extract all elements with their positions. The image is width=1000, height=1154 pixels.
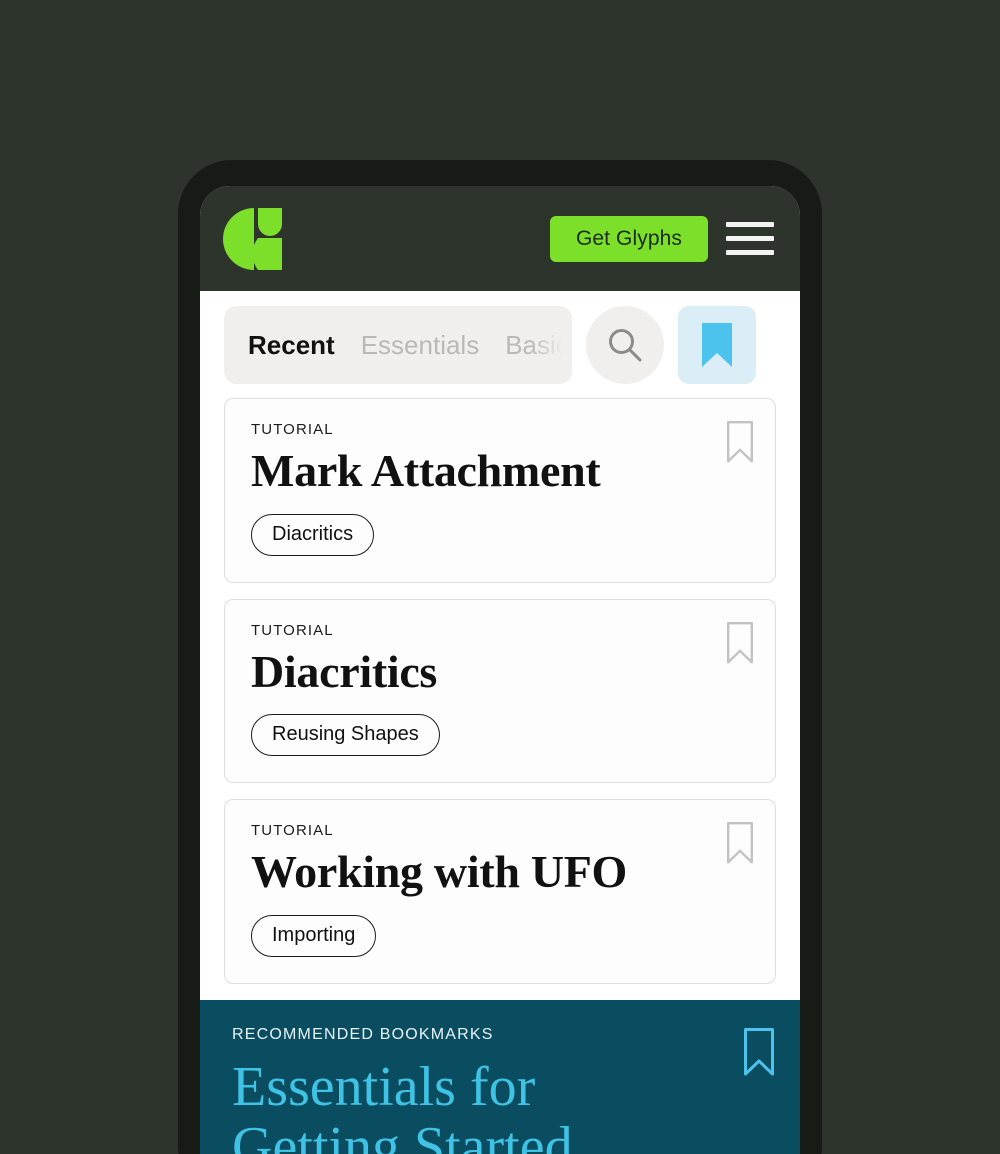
app-header: Get Glyphs: [200, 186, 800, 291]
featured-bookmark-toggle[interactable]: [744, 1028, 774, 1081]
glyphs-logo[interactable]: [222, 207, 282, 270]
bookmark-toggle[interactable]: [727, 421, 753, 468]
menu-bar-2: [726, 236, 774, 241]
tab-bar: Recent Essentials Basics: [224, 306, 572, 384]
bookmark-outline-icon: [727, 822, 753, 864]
phone-screen: Get Glyphs Recent Essentials Basics: [200, 186, 800, 1154]
get-glyphs-button[interactable]: Get Glyphs: [549, 215, 708, 262]
card-kicker: TUTORIAL: [251, 421, 334, 438]
control-row: Recent Essentials Basics: [200, 291, 800, 398]
hamburger-menu-icon[interactable]: [726, 215, 782, 263]
featured-card[interactable]: RECOMMENDED BOOKMARKS Essentials for Get…: [200, 1000, 800, 1154]
bookmarks-button[interactable]: [678, 306, 756, 384]
bookmark-outline-icon: [744, 1028, 774, 1076]
phone-frame: Get Glyphs Recent Essentials Basics: [178, 160, 822, 1154]
card-tag[interactable]: Importing: [251, 915, 377, 958]
tutorial-card[interactable]: TUTORIAL Diacritics Reusing Shapes: [224, 598, 776, 784]
card-title: Diacritics: [251, 645, 438, 697]
card-title: Mark Attachment: [251, 445, 601, 496]
glyphs-logo-icon: [223, 207, 282, 270]
tab-recent[interactable]: Recent: [248, 330, 335, 361]
search-button[interactable]: [586, 306, 664, 384]
bookmark-toggle[interactable]: [727, 621, 753, 669]
tutorial-card[interactable]: TUTORIAL Working with UFO Importing: [224, 799, 776, 985]
bookmark-filled-icon: [702, 323, 732, 367]
tab-basics[interactable]: Basics: [505, 330, 572, 361]
bookmark-outline-icon: [727, 621, 753, 664]
bookmark-toggle[interactable]: [727, 822, 753, 869]
menu-bar-3: [726, 250, 774, 255]
card-kicker: TUTORIAL: [251, 621, 334, 639]
featured-kicker: RECOMMENDED BOOKMARKS: [232, 1026, 494, 1044]
tutorial-card-list: TUTORIAL Mark Attachment Diacritics TUTO…: [200, 398, 800, 985]
featured-title-line-2: Getting Started: [232, 1115, 573, 1154]
card-kicker: TUTORIAL: [251, 822, 334, 840]
card-tag[interactable]: Reusing Shapes: [251, 714, 440, 757]
card-title: Working with UFO: [251, 846, 628, 898]
featured-title-line-1: Essentials for: [232, 1056, 536, 1119]
search-icon: [609, 329, 642, 362]
tab-essentials[interactable]: Essentials: [361, 330, 480, 361]
featured-title: Essentials for Getting Started: [232, 1056, 776, 1154]
card-tag[interactable]: Diacritics: [251, 513, 375, 556]
tutorial-card[interactable]: TUTORIAL Mark Attachment Diacritics: [224, 398, 776, 583]
menu-bar-1: [726, 222, 774, 227]
bookmark-outline-icon: [727, 421, 753, 463]
